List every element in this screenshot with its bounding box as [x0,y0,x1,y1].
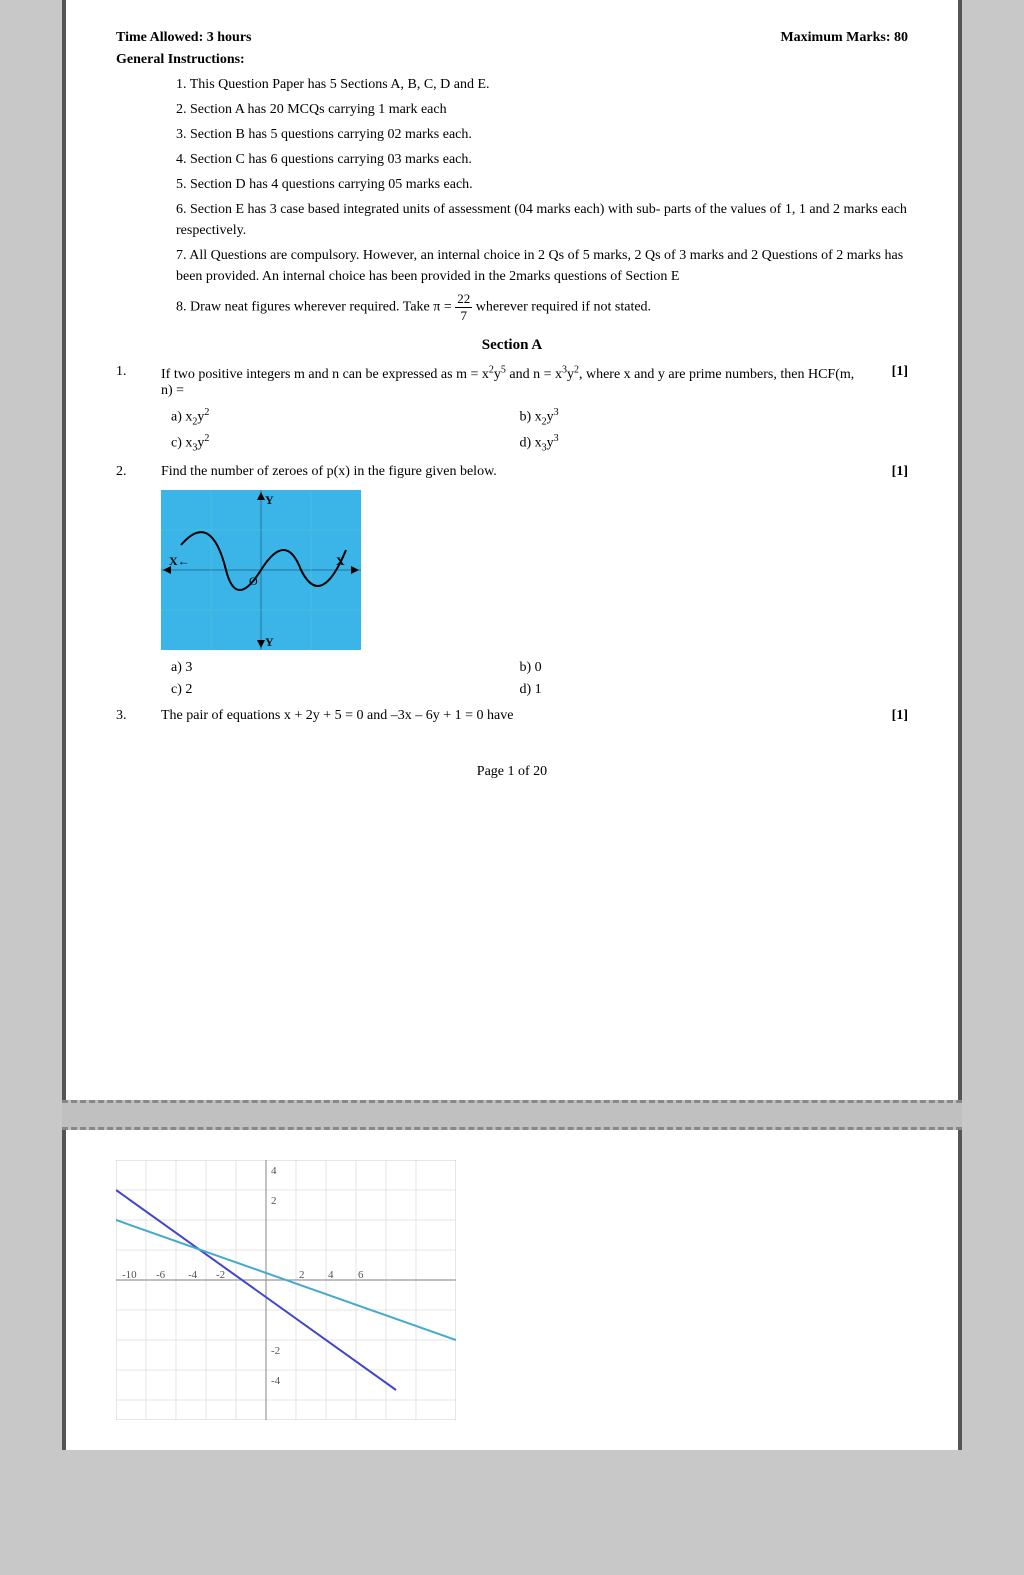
question-1: 1. If two positive integers m and n can … [116,364,908,454]
svg-text:-4: -4 [271,1375,281,1387]
instruction-6: 6. Section E has 3 case based integrated… [176,199,908,241]
page-1: Time Allowed: 3 hours Maximum Marks: 80 … [62,0,962,1100]
svg-text:-2: -2 [271,1345,280,1357]
q3-marks: [1] [868,708,908,724]
page-separator [62,1100,962,1130]
q2-marks: [1] [868,464,908,480]
instruction-3: 3. Section B has 5 questions carrying 02… [176,124,908,145]
question-3: 3. The pair of equations x + 2y + 5 = 0 … [116,708,908,724]
page-2: 4 2 -2 -4 -10 -6 -4 -2 2 4 6 [62,1130,962,1450]
q2-option-c: c) 2 [171,682,520,698]
svg-text:X: X [336,554,345,568]
q2-option-a: a) 3 [171,660,520,676]
q3-number: 3. [116,708,161,724]
svg-text:-6: -6 [156,1269,166,1281]
svg-text:O: O [249,574,258,588]
q1-text: If two positive integers m and n can be … [161,367,854,398]
page2-content: 4 2 -2 -4 -10 -6 -4 -2 2 4 6 [116,1150,908,1430]
general-instructions-label: General Instructions: [116,52,908,68]
q1-content: If two positive integers m and n can be … [161,364,868,454]
svg-text:-10: -10 [122,1269,137,1281]
page-number: Page 1 of 20 [477,764,547,779]
instruction-2: 2. Section A has 20 MCQs carrying 1 mark… [176,99,908,120]
q1-marks: [1] [868,364,908,380]
svg-text:4: 4 [328,1269,334,1281]
svg-text:2: 2 [271,1195,277,1207]
q2-option-b: b) 0 [520,660,869,676]
q1-option-c: c) x3y2 [171,433,520,453]
instruction-4: 4. Section C has 6 questions carrying 03… [176,149,908,170]
header: Time Allowed: 3 hours Maximum Marks: 80 [116,30,908,46]
svg-text:4: 4 [271,1165,277,1177]
page2-graph-svg: 4 2 -2 -4 -10 -6 -4 -2 2 4 6 [116,1160,456,1420]
q1-options: a) x2y2 b) x2y3 c) x3y2 d) x3y3 [161,407,868,454]
svg-text:2: 2 [299,1269,305,1281]
instructions-list: 1. This Question Paper has 5 Sections A,… [116,74,908,323]
q2-content: Find the number of zeroes of p(x) in the… [161,464,868,698]
q2-text: Find the number of zeroes of p(x) in the… [161,464,497,479]
max-marks: Maximum Marks: 80 [780,30,908,46]
svg-text:6: 6 [358,1269,364,1281]
instruction-1: 1. This Question Paper has 5 Sections A,… [176,74,908,95]
svg-text:-2: -2 [216,1269,225,1281]
instruction-5: 5. Section D has 4 questions carrying 05… [176,174,908,195]
q2-options: a) 3 b) 0 c) 2 d) 1 [161,660,868,698]
q3-content: The pair of equations x + 2y + 5 = 0 and… [161,708,868,724]
time-allowed: Time Allowed: 3 hours [116,30,251,46]
q1-number: 1. [116,364,161,380]
svg-text:X←: X← [169,554,190,568]
question-2: 2. Find the number of zeroes of p(x) in … [116,464,908,698]
q2-option-d: d) 1 [520,682,869,698]
svg-text:Y: Y [265,493,274,507]
svg-text:-4: -4 [188,1269,198,1281]
q1-option-d: d) x3y3 [520,433,869,453]
instruction-7: 7. All Questions are compulsory. However… [176,245,908,287]
page-footer: Page 1 of 20 [116,764,908,780]
instruction-8: 8. Draw neat figures wherever required. … [176,291,908,323]
section-a-title: Section A [116,337,908,354]
svg-text:Y: Y [265,635,274,649]
q2-number: 2. [116,464,161,480]
q1-option-b: b) x2y3 [520,407,869,427]
q2-graph-svg: O X X← Y Y [161,490,361,650]
q2-graph: O X X← Y Y [161,490,361,650]
q3-text: The pair of equations x + 2y + 5 = 0 and… [161,708,513,723]
q1-option-a: a) x2y2 [171,407,520,427]
